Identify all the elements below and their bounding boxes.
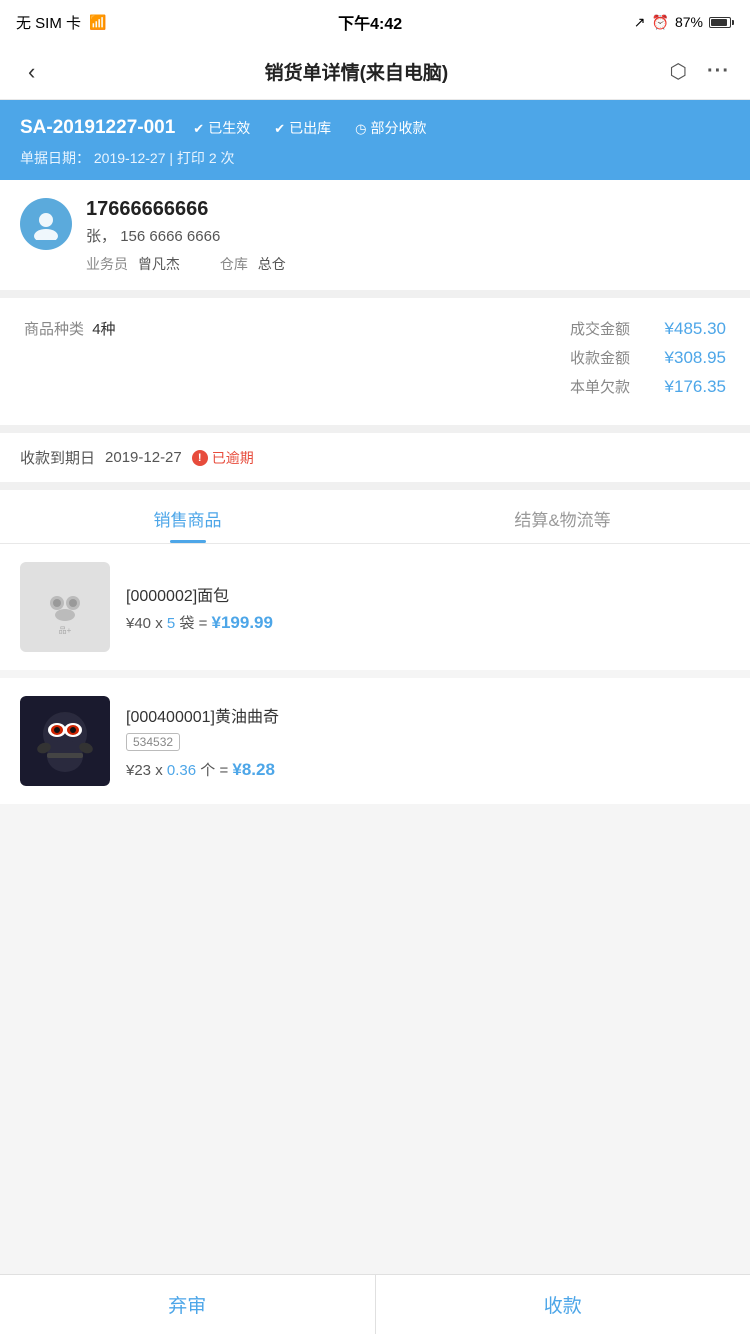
warehouse: 仓库 总仓: [220, 254, 286, 274]
share-button[interactable]: ⬡: [670, 59, 687, 84]
nav-actions: ⬡ ···: [670, 59, 730, 84]
received-amount-row: 收款金额 ¥308.95: [570, 347, 726, 368]
sales-rep: 业务员 曾凡杰: [86, 254, 180, 274]
product-item-1: 品+ [0000002]面包 ¥40 x 5 袋 = ¥199.99: [0, 544, 750, 670]
overdue-dot-icon: !: [192, 450, 208, 466]
reject-button[interactable]: 弃审: [0, 1275, 376, 1334]
battery-percent: 87%: [675, 14, 703, 30]
tabs-bar: 销售商品 结算&物流等: [0, 490, 750, 544]
tab-settlement[interactable]: 结算&物流等: [375, 490, 750, 543]
product-item-2: [000400001]黄油曲奇 534532 ¥23 x 0.36 个 = ¥8…: [0, 678, 750, 804]
summary-left: 商品种类 4种: [24, 318, 570, 343]
back-button[interactable]: ‹: [20, 51, 43, 93]
customer-phone: 张， 156 6666 6666: [86, 225, 730, 246]
battery-icon: [709, 17, 734, 28]
product-image-1: 品+: [20, 562, 110, 652]
customer-info: 17666666666 张， 156 6666 6666 业务员 曾凡杰 仓库 …: [86, 198, 730, 274]
product-image-2: [20, 696, 110, 786]
product-total-2: ¥8.28: [232, 760, 275, 779]
due-amount-row: 本单欠款 ¥176.35: [570, 376, 726, 397]
status-time: 下午4:42: [338, 10, 402, 34]
tab-sales-products[interactable]: 销售商品: [0, 490, 375, 543]
badge-shipped: 已出库: [268, 116, 337, 140]
status-left: 无 SIM 卡 📶: [16, 12, 106, 33]
order-id: SA-20191227-001: [20, 117, 175, 139]
product-info-2: [000400001]黄油曲奇 534532 ¥23 x 0.36 个 = ¥8…: [126, 703, 730, 780]
status-bar: 无 SIM 卡 📶 下午4:42 ↗ ⏰ 87%: [0, 0, 750, 44]
product-price-line-1: ¥40 x 5 袋 = ¥199.99: [126, 612, 730, 633]
avatar: [20, 198, 72, 250]
product-qty-1: 5: [167, 615, 175, 632]
summary-section: 商品种类 4种 成交金额 ¥485.30 收款金额 ¥308.95 本单欠款 ¥…: [0, 298, 750, 433]
transaction-amount-row: 成交金额 ¥485.30: [570, 318, 726, 339]
page-title: 销货单详情(来自电脑): [265, 58, 449, 85]
product-info-1: [0000002]面包 ¥40 x 5 袋 = ¥199.99: [126, 582, 730, 633]
product-qty-2: 0.36: [167, 762, 196, 779]
product-total-1: ¥199.99: [212, 613, 273, 632]
nav-bar: ‹ 销货单详情(来自电脑) ⬡ ···: [0, 44, 750, 100]
check-icon-2: [274, 120, 285, 137]
order-date-line: 单据日期： 2019-12-27 | 打印 2 次: [20, 148, 730, 168]
product-cookie-icon: [20, 696, 110, 786]
svg-text:品+: 品+: [59, 626, 72, 635]
customer-meta: 业务员 曾凡杰 仓库 总仓: [86, 254, 730, 274]
product-tag-2: 534532: [126, 733, 180, 751]
product-placeholder-icon: 品+: [35, 577, 95, 637]
product-name-1: [0000002]面包: [126, 582, 730, 606]
customer-section: 17666666666 张， 156 6666 6666 业务员 曾凡杰 仓库 …: [0, 180, 750, 298]
due-date-label: 收款到期日: [20, 447, 95, 468]
bottom-bar: 弃审 收款: [0, 1274, 750, 1334]
summary-right: 成交金额 ¥485.30 收款金额 ¥308.95 本单欠款 ¥176.35: [570, 318, 726, 405]
more-button[interactable]: ···: [707, 60, 730, 83]
product-types: 商品种类 4种: [24, 318, 570, 339]
order-header: SA-20191227-001 已生效 已出库 部分收款 单据日期： 2019-…: [0, 100, 750, 180]
collect-button[interactable]: 收款: [376, 1275, 750, 1334]
product-price-line-2: ¥23 x 0.36 个 = ¥8.28: [126, 759, 730, 780]
customer-id: 17666666666: [86, 198, 730, 221]
product-name-2: [000400001]黄油曲奇: [126, 703, 730, 727]
user-avatar-icon: [30, 208, 62, 240]
due-date-section: 收款到期日 2019-12-27 ! 已逾期: [0, 433, 750, 490]
carrier-text: 无 SIM 卡: [16, 12, 81, 33]
location-icon: ↗: [634, 14, 646, 31]
product-list: 品+ [0000002]面包 ¥40 x 5 袋 = ¥199.99: [0, 544, 750, 804]
clock-icon: [355, 120, 366, 137]
badge-partial: 部分收款: [349, 116, 432, 140]
wifi-icon: 📶: [89, 14, 106, 31]
status-right: ↗ ⏰ 87%: [634, 14, 734, 31]
overdue-badge: ! 已逾期: [192, 448, 254, 468]
badge-effective: 已生效: [187, 116, 256, 140]
due-date-value: 2019-12-27: [105, 449, 182, 466]
alarm-icon: ⏰: [652, 14, 669, 31]
check-icon: [193, 120, 204, 137]
